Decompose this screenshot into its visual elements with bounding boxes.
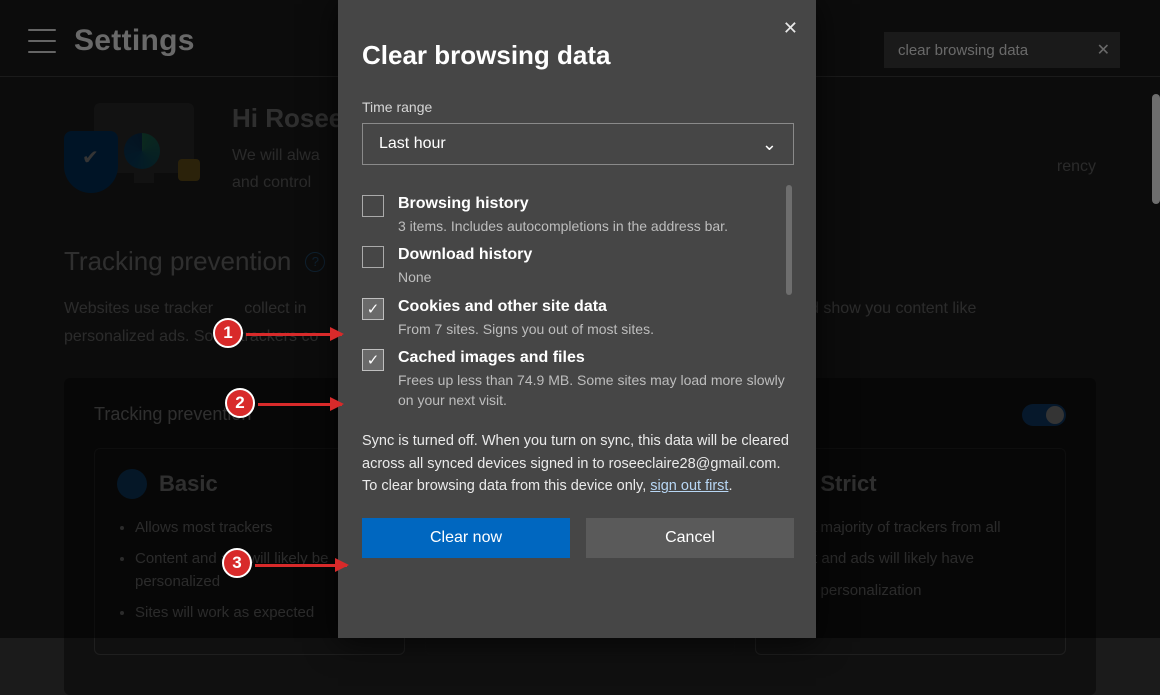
clear-browsing-data-dialog: ✕ Clear browsing data Time range Last ho… bbox=[338, 0, 816, 638]
annotation-arrow-2 bbox=[258, 403, 342, 406]
annotation-badge-2: 2 bbox=[225, 388, 255, 418]
sync-note: Sync is turned off. When you turn on syn… bbox=[362, 430, 794, 497]
opt-download-history-sub: None bbox=[398, 267, 794, 287]
close-icon[interactable]: ✕ bbox=[783, 18, 798, 39]
page-scrollbar[interactable] bbox=[1152, 94, 1160, 204]
annotation-arrow-1 bbox=[246, 333, 342, 336]
opt-cached-sub: Frees up less than 74.9 MB. Some sites m… bbox=[398, 370, 794, 411]
checkbox-cached[interactable]: ✓ bbox=[362, 349, 384, 371]
checkbox-browsing-history[interactable] bbox=[362, 195, 384, 217]
cancel-button[interactable]: Cancel bbox=[586, 518, 794, 558]
clear-now-button[interactable]: Clear now bbox=[362, 518, 570, 558]
annotation-arrow-3 bbox=[255, 564, 347, 567]
annotation-badge-3: 3 bbox=[222, 548, 252, 578]
annotation-badge-1: 1 bbox=[213, 318, 243, 348]
opt-cookies-sub: From 7 sites. Signs you out of most site… bbox=[398, 319, 794, 339]
sign-out-link[interactable]: sign out first bbox=[650, 478, 728, 494]
opt-browsing-history-sub: 3 items. Includes autocompletions in the… bbox=[398, 216, 794, 236]
data-types-list: Browsing history 3 items. Includes autoc… bbox=[362, 185, 794, 414]
options-scrollbar[interactable] bbox=[786, 185, 792, 295]
checkbox-download-history[interactable] bbox=[362, 246, 384, 268]
opt-download-history-title: Download history bbox=[398, 246, 794, 264]
opt-cookies-title: Cookies and other site data bbox=[398, 298, 794, 316]
time-range-value: Last hour bbox=[379, 135, 446, 153]
chevron-down-icon: ⌄ bbox=[762, 134, 777, 155]
checkbox-cookies[interactable]: ✓ bbox=[362, 298, 384, 320]
opt-cached-title: Cached images and files bbox=[398, 349, 794, 367]
opt-browsing-history-title: Browsing history bbox=[398, 195, 794, 213]
time-range-label: Time range bbox=[362, 99, 794, 115]
sync-note-end: . bbox=[728, 478, 732, 494]
time-range-dropdown[interactable]: Last hour ⌄ bbox=[362, 123, 794, 165]
dialog-title: Clear browsing data bbox=[362, 40, 794, 71]
